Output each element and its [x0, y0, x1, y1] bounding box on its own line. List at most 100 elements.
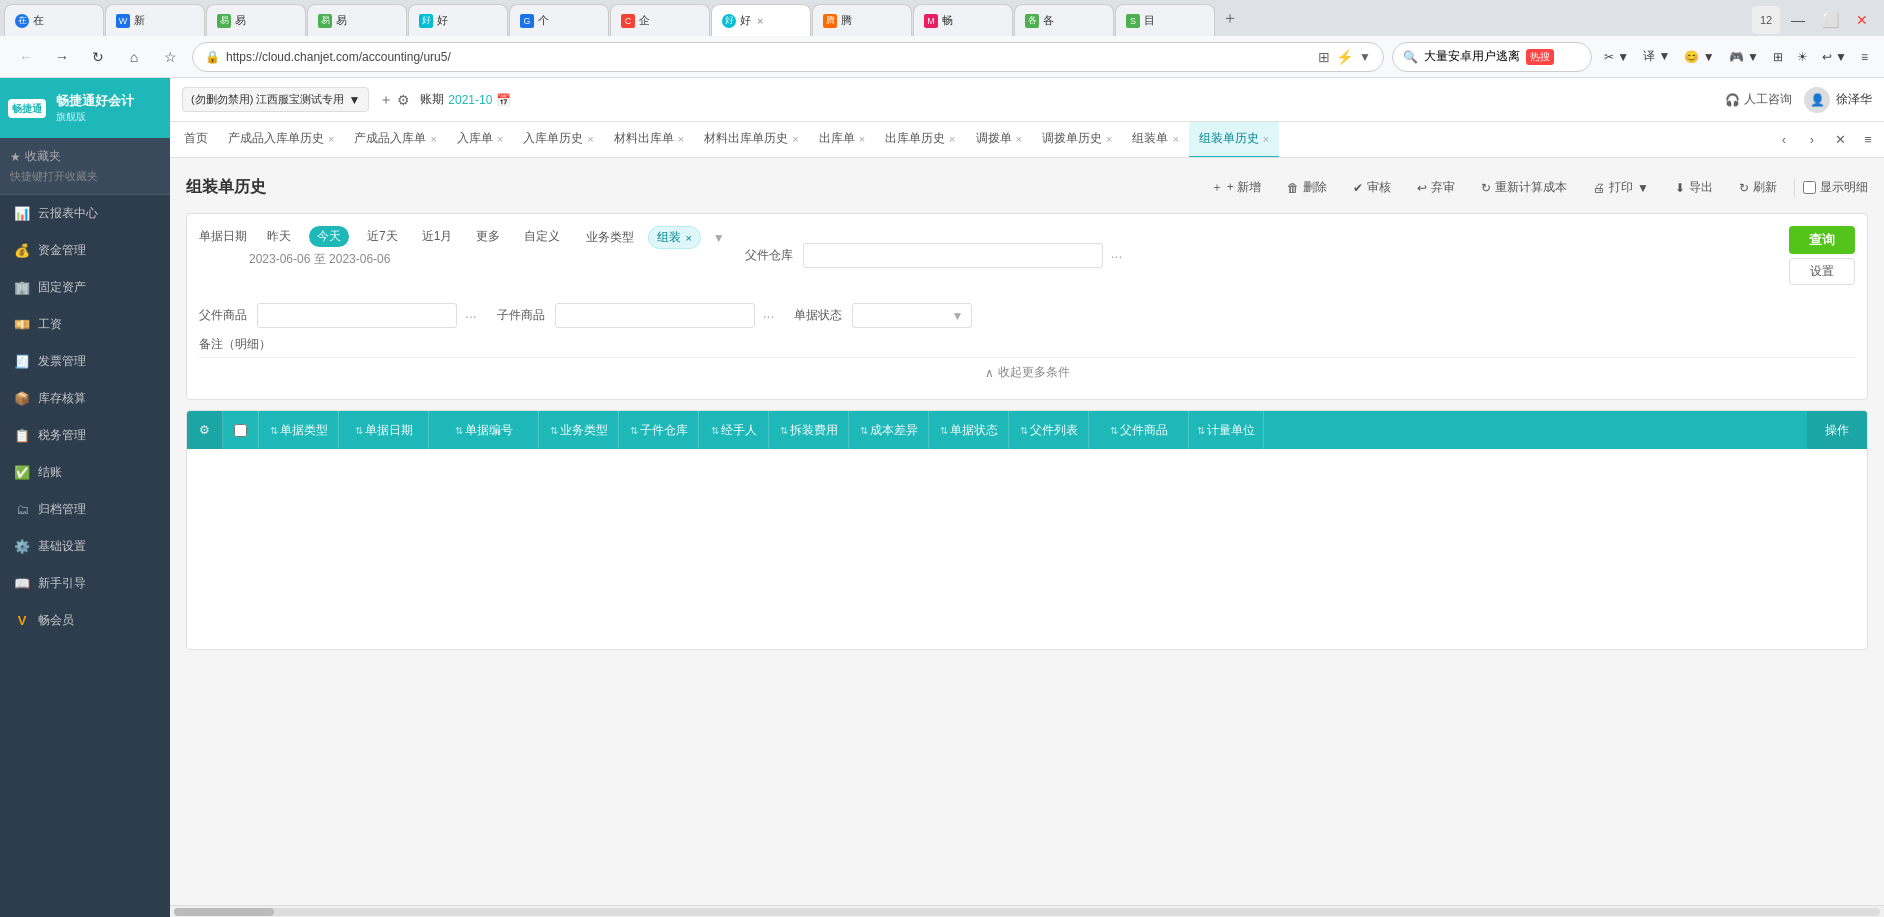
- th-parent-goods[interactable]: ⇅ 父件商品: [1089, 411, 1189, 449]
- th-checkbox[interactable]: [223, 411, 259, 449]
- sidebar-item-member[interactable]: V 畅会员: [0, 602, 170, 639]
- sidebar-item-salary[interactable]: 💴 工资: [0, 306, 170, 343]
- biz-tag-close[interactable]: ×: [685, 232, 691, 244]
- show-detail-checkbox[interactable]: 显示明细: [1803, 179, 1868, 196]
- browser-tab-2[interactable]: W 新: [105, 4, 205, 36]
- browser-tab-11[interactable]: 各 各: [1014, 4, 1114, 36]
- parent-goods-dots[interactable]: ···: [465, 308, 477, 324]
- help-button[interactable]: 🎧 人工咨询: [1725, 91, 1792, 108]
- tabs-close-btn[interactable]: ✕: [1828, 128, 1852, 152]
- warehouse-dots-btn[interactable]: ···: [1111, 248, 1123, 264]
- add-company-btn[interactable]: ＋: [379, 91, 393, 109]
- nav-tab-transfer-history-close[interactable]: ×: [1106, 133, 1112, 145]
- sidebar-item-funds[interactable]: 💰 资金管理: [0, 232, 170, 269]
- tab-count-badge[interactable]: 12: [1752, 6, 1780, 34]
- sidebar-item-reports[interactable]: 📊 云报表中心: [0, 195, 170, 232]
- browser-tab-3[interactable]: 易 易: [206, 4, 306, 36]
- nav-tab-finished[interactable]: 产成品入库单 ×: [344, 122, 446, 158]
- date-yesterday-btn[interactable]: 昨天: [261, 226, 297, 247]
- nav-tab-transfer-close[interactable]: ×: [1016, 133, 1022, 145]
- tab-restore-btn[interactable]: ⬜: [1816, 6, 1844, 34]
- th-disassembly-cost[interactable]: ⇅ 拆装费用: [769, 411, 849, 449]
- th-handler[interactable]: ⇅ 经手人: [699, 411, 769, 449]
- nav-tab-inbound-history-close[interactable]: ×: [587, 133, 593, 145]
- child-goods-dots[interactable]: ···: [763, 308, 775, 324]
- nav-tab-outbound-history[interactable]: 出库单历史 ×: [875, 122, 965, 158]
- th-child-warehouse[interactable]: ⇅ 子件仓库: [619, 411, 699, 449]
- search-area[interactable]: 🔍 大量安卓用户逃离 热搜: [1392, 42, 1592, 72]
- period-value[interactable]: 2021-10: [448, 93, 492, 107]
- nav-tab-outbound-history-close[interactable]: ×: [949, 133, 955, 145]
- nav-tab-assembly-history-close[interactable]: ×: [1263, 133, 1269, 145]
- nav-tab-home[interactable]: 首页: [174, 122, 218, 158]
- undo-tool-btn[interactable]: ↩ ▼: [1818, 48, 1851, 66]
- address-lightning-icon[interactable]: ⚡: [1336, 49, 1353, 65]
- nav-tab-outbound[interactable]: 出库单 ×: [809, 122, 875, 158]
- scroll-bar-thumb[interactable]: [174, 908, 274, 916]
- scroll-bar-container[interactable]: [170, 905, 1884, 917]
- browser-tab-10[interactable]: M 畅: [913, 4, 1013, 36]
- th-biz-type[interactable]: ⇅ 业务类型: [539, 411, 619, 449]
- nav-tab-assembly-history[interactable]: 组装单历史 ×: [1189, 122, 1279, 158]
- th-settings[interactable]: ⚙: [187, 411, 223, 449]
- th-bill-no[interactable]: ⇅ 单据编号: [429, 411, 539, 449]
- th-parent-list[interactable]: ⇅ 父件列表: [1009, 411, 1089, 449]
- th-cost-diff[interactable]: ⇅ 成本差异: [849, 411, 929, 449]
- browser-tab-12[interactable]: S 目: [1115, 4, 1215, 36]
- tabs-next-btn[interactable]: ›: [1800, 128, 1824, 152]
- menu-tool-btn[interactable]: ≡: [1857, 48, 1872, 66]
- nav-tab-inbound[interactable]: 入库单 ×: [447, 122, 513, 158]
- browser-tab-7[interactable]: C 企: [610, 4, 710, 36]
- th-bill-type[interactable]: ⇅ 单据类型: [259, 411, 339, 449]
- translate-tool-btn[interactable]: 译 ▼: [1639, 46, 1674, 67]
- tabs-prev-btn[interactable]: ‹: [1772, 128, 1796, 152]
- biz-select-chevron[interactable]: ▼: [713, 231, 725, 245]
- sidebar-item-close-account[interactable]: ✅ 结账: [0, 454, 170, 491]
- bill-status-select[interactable]: ▼: [852, 303, 972, 328]
- address-chevron-icon[interactable]: ▼: [1359, 50, 1371, 64]
- browser-tab-5[interactable]: 好 好: [408, 4, 508, 36]
- date-more-btn[interactable]: 更多: [470, 226, 506, 247]
- nav-tab-material-out-history[interactable]: 材料出库单历史 ×: [694, 122, 808, 158]
- sidebar-item-archive[interactable]: 🗂 归档管理: [0, 491, 170, 528]
- nav-tab-material-out-close[interactable]: ×: [678, 133, 684, 145]
- nav-tab-assembly[interactable]: 组装单 ×: [1122, 122, 1188, 158]
- apps-tool-btn[interactable]: ⊞: [1769, 48, 1787, 66]
- browser-tab-8-close[interactable]: ×: [757, 15, 763, 27]
- game-tool-btn[interactable]: 🎮 ▼: [1725, 48, 1763, 66]
- nav-tab-finished-history-close[interactable]: ×: [328, 133, 334, 145]
- date-today-btn[interactable]: 今天: [309, 226, 349, 247]
- sun-tool-btn[interactable]: ☀: [1793, 48, 1812, 66]
- settings-button[interactable]: 设置: [1789, 258, 1855, 285]
- company-selector[interactable]: (勿删勿禁用) 江西服宝测试专用 ▼: [182, 87, 369, 112]
- sidebar-item-assets[interactable]: 🏢 固定资产: [0, 269, 170, 306]
- cut-tool-btn[interactable]: ✂ ▼: [1600, 48, 1633, 66]
- tab-minimize-btn[interactable]: —: [1784, 6, 1812, 34]
- nav-tab-transfer-history[interactable]: 调拨单历史 ×: [1032, 122, 1122, 158]
- query-button[interactable]: 查询: [1789, 226, 1855, 254]
- abandon-button[interactable]: ↩ 弃审: [1408, 174, 1464, 201]
- refresh-button[interactable]: ↻ 刷新: [1730, 174, 1786, 201]
- warehouse-filter-input[interactable]: [803, 243, 1103, 268]
- new-tab-button[interactable]: ＋: [1216, 4, 1244, 32]
- parent-goods-input[interactable]: [257, 303, 457, 328]
- add-button[interactable]: ＋ + 新增: [1202, 174, 1270, 201]
- sidebar-item-settings[interactable]: ⚙️ 基础设置: [0, 528, 170, 565]
- browser-tab-9[interactable]: 腾 腾: [812, 4, 912, 36]
- sidebar-item-guide[interactable]: 📖 新手引导: [0, 565, 170, 602]
- browser-tab-1[interactable]: 在 在: [4, 4, 104, 36]
- company-settings-btn[interactable]: ⚙: [397, 92, 410, 108]
- nav-tab-finished-history[interactable]: 产成品入库单历史 ×: [218, 122, 344, 158]
- th-bill-status[interactable]: ⇅ 单据状态: [929, 411, 1009, 449]
- nav-tab-outbound-close[interactable]: ×: [859, 133, 865, 145]
- period-calendar-icon[interactable]: 📅: [496, 93, 511, 107]
- export-button[interactable]: ⬇ 导出: [1666, 174, 1722, 201]
- nav-tab-material-out[interactable]: 材料出库单 ×: [604, 122, 694, 158]
- nav-tab-material-out-history-close[interactable]: ×: [792, 133, 798, 145]
- th-bill-date[interactable]: ⇅ 单据日期: [339, 411, 429, 449]
- home-button[interactable]: ⌂: [120, 43, 148, 71]
- bookmark-button[interactable]: ☆: [156, 43, 184, 71]
- reload-button[interactable]: ↻: [84, 43, 112, 71]
- browser-tab-4[interactable]: 易 易: [307, 4, 407, 36]
- nav-tab-assembly-close[interactable]: ×: [1172, 133, 1178, 145]
